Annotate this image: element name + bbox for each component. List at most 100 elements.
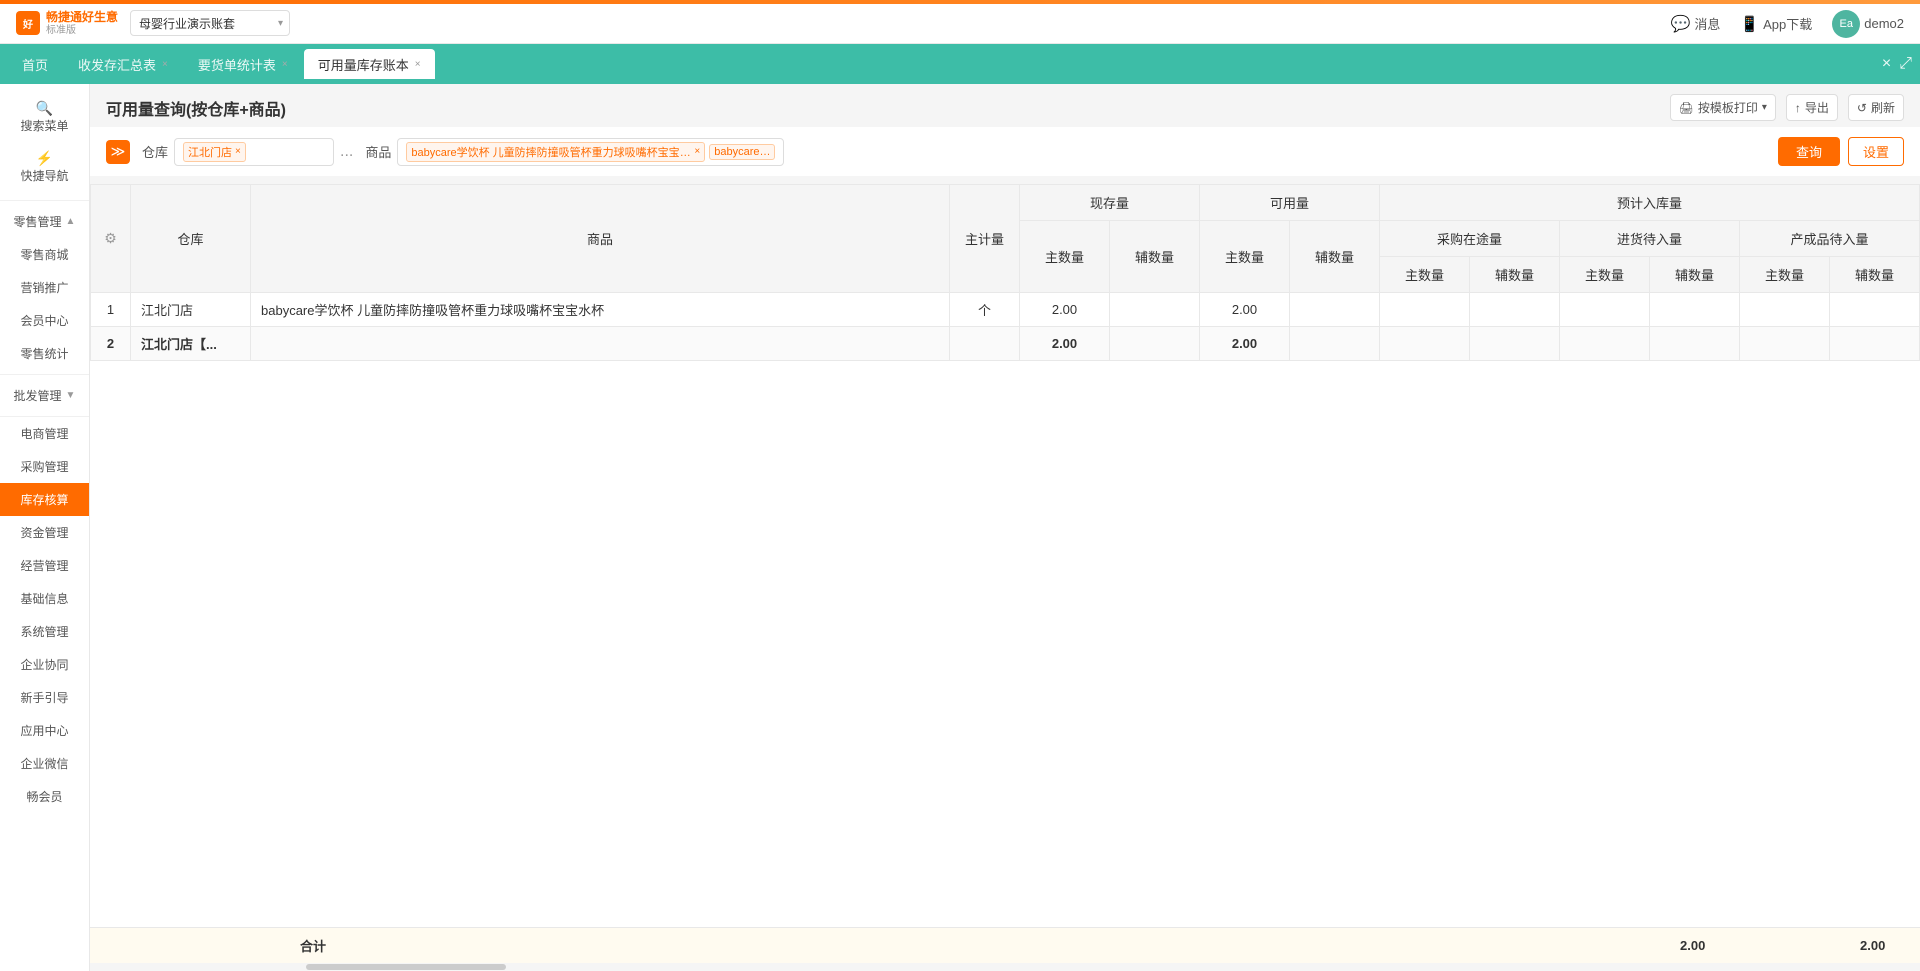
sidebar-item-newcomer[interactable]: 新手引导	[0, 681, 89, 714]
tab-available-stock[interactable]: 可用量库存账本 ×	[304, 49, 435, 79]
row2-purchase-aux	[1470, 327, 1560, 361]
sidebar-item-finance[interactable]: 资金管理	[0, 516, 89, 549]
sidebar-item-system[interactable]: 系统管理	[0, 615, 89, 648]
logo-area: 好 畅捷通好生意 标准版	[16, 10, 118, 36]
sidebar-item-basic-info[interactable]: 基础信息	[0, 582, 89, 615]
warehouse-ellipsis[interactable]: ...	[340, 143, 353, 161]
export-button[interactable]: ↑ 导出	[1786, 94, 1838, 121]
search-icon: 🔍	[36, 100, 53, 117]
warehouse-tag: 江北门店 ×	[183, 142, 246, 162]
tab-receive-send-close[interactable]: ×	[162, 59, 168, 70]
sidebar-search[interactable]: 🔍 搜索菜单	[0, 92, 89, 142]
row1-purchase-aux	[1470, 293, 1560, 327]
sidebar-item-retail-mall[interactable]: 零售商城	[0, 238, 89, 271]
warehouse-input[interactable]: 江北门店 ×	[174, 138, 334, 166]
sidebar-enterprise-label: 企业协同	[20, 656, 68, 673]
query-button[interactable]: 查询	[1778, 137, 1840, 166]
app-download-button[interactable]: 📱 App下载	[1740, 14, 1812, 33]
summary-current-main: 2.00	[1640, 938, 1730, 953]
refresh-button[interactable]: ↺ 刷新	[1848, 94, 1904, 121]
sidebar-newcomer-label: 新手引导	[20, 689, 68, 706]
tab-receive-send-label: 收发存汇总表	[78, 55, 156, 74]
filter-expand-button[interactable]: ≫	[106, 140, 130, 164]
sidebar-item-inventory[interactable]: 库存核算	[0, 483, 89, 516]
logo-icon: 好	[16, 11, 40, 35]
tab-order-summary-close[interactable]: ×	[282, 59, 288, 70]
summary-bar: 合计 2.00 2.00	[90, 927, 1920, 963]
sidebar-app-center-label: 应用中心	[20, 722, 68, 739]
table-settings-icon[interactable]: ⚙	[104, 230, 117, 246]
available-main-qty-header: 主数量	[1200, 221, 1290, 293]
product-tag1: babycare学饮杯 儿童防摔防撞吸管杯重力球吸嘴杯宝宝水杯 ×	[406, 142, 705, 162]
sidebar-item-app-center[interactable]: 应用中心	[0, 714, 89, 747]
warehouse-tag-value: 江北门店	[188, 144, 232, 160]
warehouse-tag-remove[interactable]: ×	[235, 146, 241, 157]
sidebar-item-marketing[interactable]: 营销推广	[0, 271, 89, 304]
sidebar-finance-label: 资金管理	[20, 524, 68, 541]
sidebar-quick-nav[interactable]: ⚡ 快捷导航	[0, 142, 89, 192]
user-menu[interactable]: Ea demo2	[1832, 10, 1904, 38]
sidebar: 🔍 搜索菜单 ⚡ 快捷导航 零售管理 ▲ 零售商城 营销推广 会员中心	[0, 84, 90, 971]
sidebar-item-member[interactable]: 会员中心	[0, 304, 89, 337]
tabs-actions: × ⤢	[1882, 55, 1912, 73]
scrollbar-thumb[interactable]	[306, 964, 506, 970]
sidebar-item-operations[interactable]: 经营管理	[0, 549, 89, 582]
sidebar-item-retail-mgmt[interactable]: 零售管理 ▲	[0, 205, 89, 238]
summary-label: 合计	[260, 936, 366, 955]
horizontal-scrollbar[interactable]	[90, 963, 1920, 971]
product-input[interactable]: babycare学饮杯 儿童防摔防撞吸管杯重力球吸嘴杯宝宝水杯 × babyca…	[397, 138, 784, 166]
header-actions: 🖨 按模板打印 ▾ ↑ 导出 ↺ 刷新	[1670, 94, 1904, 121]
row2-unit	[950, 327, 1020, 361]
sidebar-quick-nav-label: 快捷导航	[20, 167, 68, 184]
nav-tabs-bar: 首页 收发存汇总表 × 要货单统计表 × 可用量库存账本 × × ⤢	[0, 44, 1920, 84]
product-tag2-value: babycare…	[714, 146, 770, 158]
logo-subtitle: 标准版	[46, 25, 118, 37]
wholesale-expand-icon: ▼	[66, 390, 76, 401]
tab-receive-send[interactable]: 收发存汇总表 ×	[64, 49, 182, 79]
sidebar-enterprise-wechat-label: 企业微信	[20, 755, 68, 772]
table-row: 2 江北门店【... 2.00 2.00	[91, 327, 1920, 361]
settings-col-header: ⚙	[91, 185, 131, 293]
setting-button[interactable]: 设置	[1848, 137, 1904, 166]
tab-available-stock-close[interactable]: ×	[415, 59, 421, 70]
product-pending-group-header: 产成品待入量	[1740, 221, 1920, 257]
window-close-button[interactable]: ×	[1882, 55, 1891, 73]
row2-purchase-main	[1380, 327, 1470, 361]
print-arrow-icon: ▾	[1762, 102, 1767, 113]
sidebar-marketing-label: 营销推广	[20, 279, 68, 296]
sidebar-item-purchase[interactable]: 采购管理	[0, 450, 89, 483]
incoming-main-qty-header: 主数量	[1560, 257, 1650, 293]
row1-product: babycare学饮杯 儿童防摔防撞吸管杯重力球吸嘴杯宝宝水杯	[251, 293, 950, 327]
message-button[interactable]: 💬 消息	[1670, 14, 1720, 34]
product-tag1-remove[interactable]: ×	[694, 146, 700, 157]
tab-home[interactable]: 首页	[8, 49, 62, 79]
sidebar-top: 🔍 搜索菜单 ⚡ 快捷导航	[0, 84, 89, 201]
row1-unit: 个	[950, 293, 1020, 327]
row1-incoming-aux	[1650, 293, 1740, 327]
sidebar-search-label: 搜索菜单	[20, 117, 68, 134]
product-tag1-value: babycare学饮杯 儿童防摔防撞吸管杯重力球吸嘴杯宝宝水杯	[411, 144, 691, 160]
sidebar-member-label: 会员中心	[20, 312, 68, 329]
industry-label: 母婴行业演示账套	[139, 15, 235, 32]
sidebar-item-ecommerce[interactable]: 电商管理	[0, 417, 89, 450]
sidebar-item-vip[interactable]: 畅会员	[0, 780, 89, 813]
sidebar-item-retail-stats[interactable]: 零售统计	[0, 337, 89, 370]
row2-product	[251, 327, 950, 361]
row2-warehouse: 江北门店【...	[131, 327, 251, 361]
tab-available-stock-label: 可用量库存账本	[318, 55, 409, 74]
available-aux-qty-header: 辅数量	[1290, 221, 1380, 293]
table-row: 1 江北门店 babycare学饮杯 儿童防摔防撞吸管杯重力球吸嘴杯宝宝水杯 个…	[91, 293, 1920, 327]
tab-order-summary[interactable]: 要货单统计表 ×	[184, 49, 302, 79]
row2-incoming-main	[1560, 327, 1650, 361]
warehouse-label: 仓库	[142, 142, 168, 161]
window-maximize-button[interactable]: ⤢	[1899, 55, 1912, 73]
sidebar-item-enterprise-wechat[interactable]: 企业微信	[0, 747, 89, 780]
sidebar-item-enterprise[interactable]: 企业协同	[0, 648, 89, 681]
sidebar-item-wholesale[interactable]: 批发管理 ▼	[0, 379, 89, 412]
logo-title: 畅捷通好生意	[46, 10, 118, 24]
industry-select[interactable]: 母婴行业演示账套 ▾	[130, 10, 290, 36]
sidebar-retail-group: 零售管理 ▲ 零售商城 营销推广 会员中心 零售统计	[0, 201, 89, 375]
product-label: 商品	[365, 142, 391, 161]
row2-product-main	[1740, 327, 1830, 361]
print-button[interactable]: 🖨 按模板打印 ▾	[1670, 94, 1776, 121]
